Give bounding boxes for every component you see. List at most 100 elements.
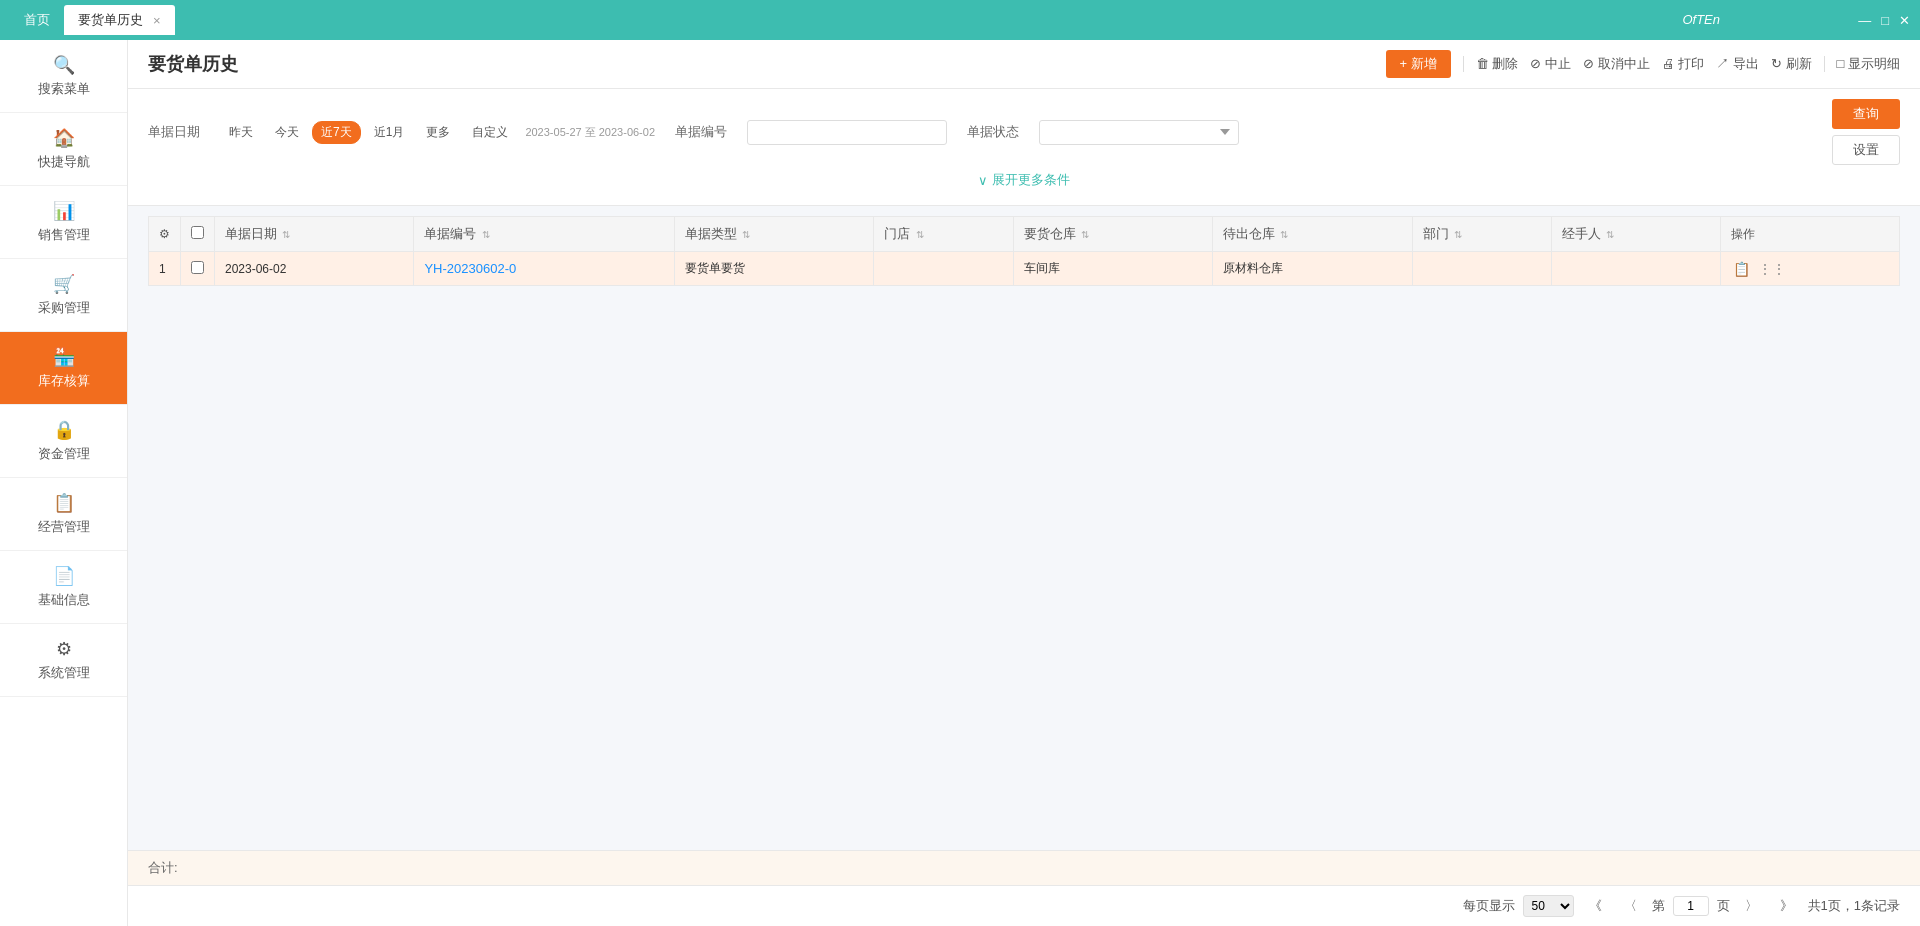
cell-department [1412,252,1551,286]
sidebar-item-finance-mgmt[interactable]: 🔒 资金管理 [0,405,127,478]
refresh-button[interactable]: ↻ 刷新 [1771,55,1812,73]
sidebar-item-purchase-label: 采购管理 [38,299,90,317]
cell-order-type: 要货单要货 [674,252,873,286]
total-label: 合计: [148,859,178,877]
date-today-btn[interactable]: 今天 [266,121,308,144]
per-page-select[interactable]: 10 20 50 100 [1523,895,1574,917]
main-layout: 🔍 搜索菜单 🏠 快捷导航 📊 销售管理 🛒 采购管理 🏪 库存核算 🔒 资金管… [0,40,1920,926]
sidebar-item-search-menu[interactable]: 🔍 搜索菜单 [0,40,127,113]
order-no-link[interactable]: YH-20230602-0 [424,261,516,276]
row-checkbox[interactable] [191,261,204,274]
sort-department-icon: ⇅ [1454,229,1462,240]
settings-button[interactable]: 设置 [1832,135,1900,165]
order-no-input[interactable] [747,120,947,145]
cell-checkbox[interactable] [181,252,215,286]
date-filter-label: 单据日期 [148,123,200,141]
cell-handler [1551,252,1720,286]
per-page-label: 每页显示 [1463,897,1515,915]
cancel-stop-button[interactable]: ⊘ 取消中止 [1583,55,1650,73]
stop-button[interactable]: ⊘ 中止 [1530,55,1571,73]
tab-home[interactable]: 首页 [10,5,64,35]
cell-order-date: 2023-06-02 [215,252,414,286]
page-input-label: 第 [1652,897,1665,915]
minimize-btn[interactable]: — [1858,13,1871,28]
sort-store-icon: ⇅ [916,229,924,240]
page-header: 要货单历史 + 新增 🗑 删除 ⊘ 中止 ⊘ 取消中止 🖨 打印 ↗ 导出 ↻ … [128,40,1920,89]
sidebar-item-operations-mgmt[interactable]: 📋 经营管理 [0,478,127,551]
total-pages-label: 共1页，1条记录 [1808,897,1900,915]
col-department[interactable]: 部门 ⇅ [1412,217,1551,252]
tab-close-icon[interactable]: × [153,13,161,28]
status-select[interactable] [1039,120,1239,145]
more-op-btn[interactable]: ⋮⋮ [1758,261,1786,277]
export-button[interactable]: ↗ 导出 [1716,55,1759,73]
query-button[interactable]: 查询 [1832,99,1900,129]
sidebar-item-search-label: 搜索菜单 [38,80,90,98]
table-area: ⚙ 单据日期 ⇅ 单据编号 ⇅ 单据类型 [128,206,1920,850]
col-order-no[interactable]: 单据编号 ⇅ [414,217,675,252]
sidebar-item-system-mgmt[interactable]: ⚙ 系统管理 [0,624,127,697]
sort-req-warehouse-icon: ⇅ [1081,229,1089,240]
next-page-btn[interactable]: 〉 [1738,894,1765,918]
expand-more-label: 展开更多条件 [992,171,1070,189]
maximize-btn[interactable]: □ [1881,13,1889,28]
sort-order-no-icon: ⇅ [482,229,490,240]
sidebar-item-inventory[interactable]: 🏪 库存核算 [0,332,127,405]
expand-more-btn[interactable]: ∨ 展开更多条件 [148,165,1900,195]
operations-icon: 📋 [53,492,75,514]
divider-1 [1463,56,1464,72]
edit-op-btn[interactable]: 📋 [1733,261,1750,277]
select-all-checkbox[interactable] [191,226,204,239]
page-number-input[interactable] [1673,896,1709,916]
table-header-row: ⚙ 单据日期 ⇅ 单据编号 ⇅ 单据类型 [149,217,1900,252]
new-button[interactable]: + 新增 [1386,50,1451,78]
filter-row-1: 单据日期 昨天 今天 近7天 近1月 更多 自定义 2023-05-27 至 2… [148,99,1900,165]
delete-button[interactable]: 🗑 删除 [1476,55,1519,73]
col-operations: 操作 [1721,217,1900,252]
date-more-btn[interactable]: 更多 [417,121,459,144]
col-settings[interactable]: ⚙ [149,217,181,252]
cell-index: 1 [149,252,181,286]
last-page-btn[interactable]: 》 [1773,894,1800,918]
toolbar: + 新增 🗑 删除 ⊘ 中止 ⊘ 取消中止 🖨 打印 ↗ 导出 ↻ 刷新 □ 显… [1386,50,1900,78]
sidebar-item-purchase-mgmt[interactable]: 🛒 采购管理 [0,259,127,332]
display-detail-button[interactable]: □ 显示明细 [1837,55,1900,73]
footer-bar: 合计: [128,850,1920,885]
sidebar-item-inventory-label: 库存核算 [38,372,90,390]
date-custom-btn[interactable]: 自定义 [463,121,517,144]
system-icon: ⚙ [56,638,72,660]
date-last7days-btn[interactable]: 近7天 [312,121,361,144]
sidebar-item-sales-label: 销售管理 [38,226,90,244]
print-button[interactable]: 🖨 打印 [1662,55,1705,73]
col-checkbox [181,217,215,252]
close-btn[interactable]: ✕ [1899,13,1910,28]
tab-order-history[interactable]: 要货单历史 × [64,5,175,35]
divider-2 [1824,56,1825,72]
data-table: ⚙ 单据日期 ⇅ 单据编号 ⇅ 单据类型 [148,216,1900,286]
col-store[interactable]: 门店 ⇅ [874,217,1013,252]
date-yesterday-btn[interactable]: 昨天 [220,121,262,144]
date-range-display: 2023-05-27 至 2023-06-02 [525,125,655,140]
sidebar-item-basic-info[interactable]: 📄 基础信息 [0,551,127,624]
table-row: 1 2023-06-02 YH-20230602-0 要货单要货 车间库 原材料… [149,252,1900,286]
cell-operations: 📋 ⋮⋮ [1721,252,1900,286]
page-unit-label: 页 [1717,897,1730,915]
col-req-warehouse[interactable]: 要货仓库 ⇅ [1013,217,1212,252]
expand-more-icon: ∨ [978,173,988,188]
col-handler[interactable]: 经手人 ⇅ [1551,217,1720,252]
col-pending-warehouse[interactable]: 待出仓库 ⇅ [1213,217,1412,252]
tab-order-history-label: 要货单历史 [78,11,143,29]
cell-order-no[interactable]: YH-20230602-0 [414,252,675,286]
first-page-btn[interactable]: 《 [1582,894,1609,918]
prev-page-btn[interactable]: 〈 [1617,894,1644,918]
shortcut-nav-icon: 🏠 [53,127,75,149]
sidebar-item-system-label: 系统管理 [38,664,90,682]
purchase-icon: 🛒 [53,273,75,295]
sidebar-item-sales-mgmt[interactable]: 📊 销售管理 [0,186,127,259]
sidebar-item-shortcut-nav[interactable]: 🏠 快捷导航 [0,113,127,186]
col-order-type[interactable]: 单据类型 ⇅ [674,217,873,252]
basic-info-icon: 📄 [53,565,75,587]
date-last1month-btn[interactable]: 近1月 [365,121,414,144]
cell-store [874,252,1013,286]
col-order-date[interactable]: 单据日期 ⇅ [215,217,414,252]
